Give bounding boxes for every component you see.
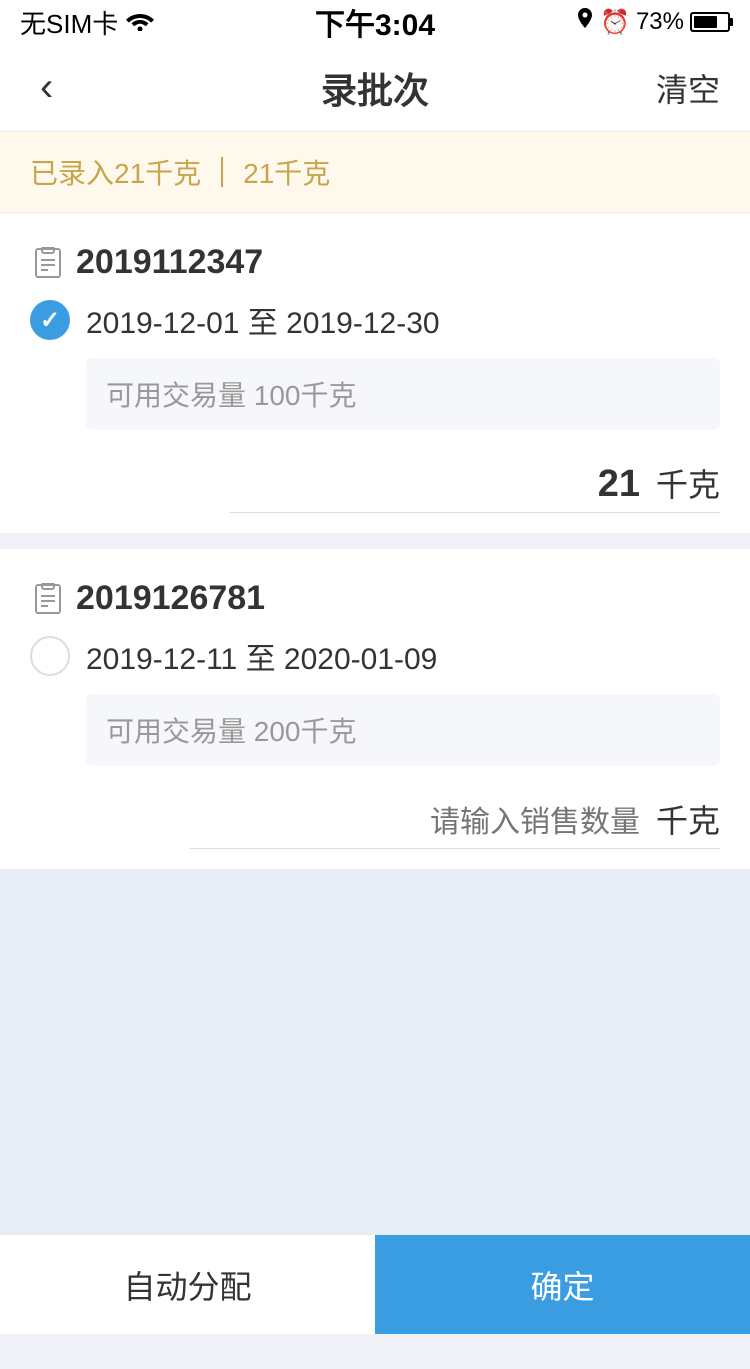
info-banner: 已录入21千克 21千克 (0, 132, 750, 213)
amount-unit-1: 千克 (656, 460, 720, 506)
back-button[interactable]: ‹ (30, 55, 63, 120)
amount-underline (230, 512, 720, 513)
item-id-1: 2019112347 (76, 243, 263, 282)
item-date-row-2[interactable]: 2019-12-11 至 2020-01-09 (30, 634, 720, 678)
item-icon-1 (30, 245, 66, 281)
radio-selected-1[interactable] (30, 300, 70, 340)
nav-title: 录批次 (321, 62, 429, 114)
battery-icon (690, 12, 730, 32)
recorded-amount: 已录入21千克 (30, 152, 201, 192)
bottom-bar: 自动分配 确定 (0, 1234, 750, 1334)
item-icon-2 (30, 581, 66, 617)
status-bar: 无SIM卡 下午3:04 ⏰ 73% (0, 0, 750, 44)
total-amount: 21千克 (243, 152, 330, 192)
battery-text: 73% (636, 8, 684, 36)
wifi-icon (126, 7, 154, 38)
item-header-2: 2019126781 (30, 579, 720, 618)
item-id-2: 2019126781 (76, 579, 265, 618)
item-card-1: 2019112347 2019-12-01 至 2019-12-30 可用交易量… (0, 213, 750, 450)
radio-unselected-2[interactable] (30, 636, 70, 676)
carrier-text: 无SIM卡 (20, 4, 118, 41)
auto-distribute-button[interactable]: 自动分配 (0, 1235, 375, 1334)
content-area: 2019112347 2019-12-01 至 2019-12-30 可用交易量… (0, 213, 750, 1369)
item-qty-box-2: 可用交易量 200千克 (86, 694, 720, 766)
alarm-icon: ⏰ (600, 8, 630, 37)
info-divider (221, 157, 223, 187)
item-qty-text-1: 可用交易量 100千克 (106, 380, 357, 411)
status-left: 无SIM卡 (20, 4, 154, 41)
item-card-2: 2019126781 2019-12-11 至 2020-01-09 可用交易量… (0, 549, 750, 786)
item-date-2: 2019-12-11 至 2020-01-09 (86, 634, 437, 678)
item-header-1: 2019112347 (30, 243, 720, 282)
clear-button[interactable]: 清空 (656, 65, 720, 111)
empty-area (0, 869, 750, 1269)
amount-row: 21 千克 (0, 450, 750, 506)
item-date-1: 2019-12-01 至 2019-12-30 (86, 298, 440, 342)
input-underline (190, 848, 720, 849)
amount-underline-container (0, 506, 750, 533)
amount-value-1: 21 (598, 463, 640, 506)
status-right: ⏰ 73% (576, 8, 730, 37)
input-row[interactable]: 千克 (0, 786, 750, 842)
status-time: 下午3:04 (315, 0, 435, 44)
item-date-row-1[interactable]: 2019-12-01 至 2019-12-30 (30, 298, 720, 342)
item-qty-box-1: 可用交易量 100千克 (86, 358, 720, 430)
nav-bar: ‹ 录批次 清空 (0, 44, 750, 132)
location-icon (576, 8, 594, 37)
card-divider (0, 533, 750, 549)
confirm-button[interactable]: 确定 (375, 1235, 750, 1334)
item-qty-text-2: 可用交易量 200千克 (106, 716, 357, 747)
input-underline-container (0, 842, 750, 869)
quantity-input[interactable] (340, 806, 640, 840)
input-unit: 千克 (656, 796, 720, 842)
